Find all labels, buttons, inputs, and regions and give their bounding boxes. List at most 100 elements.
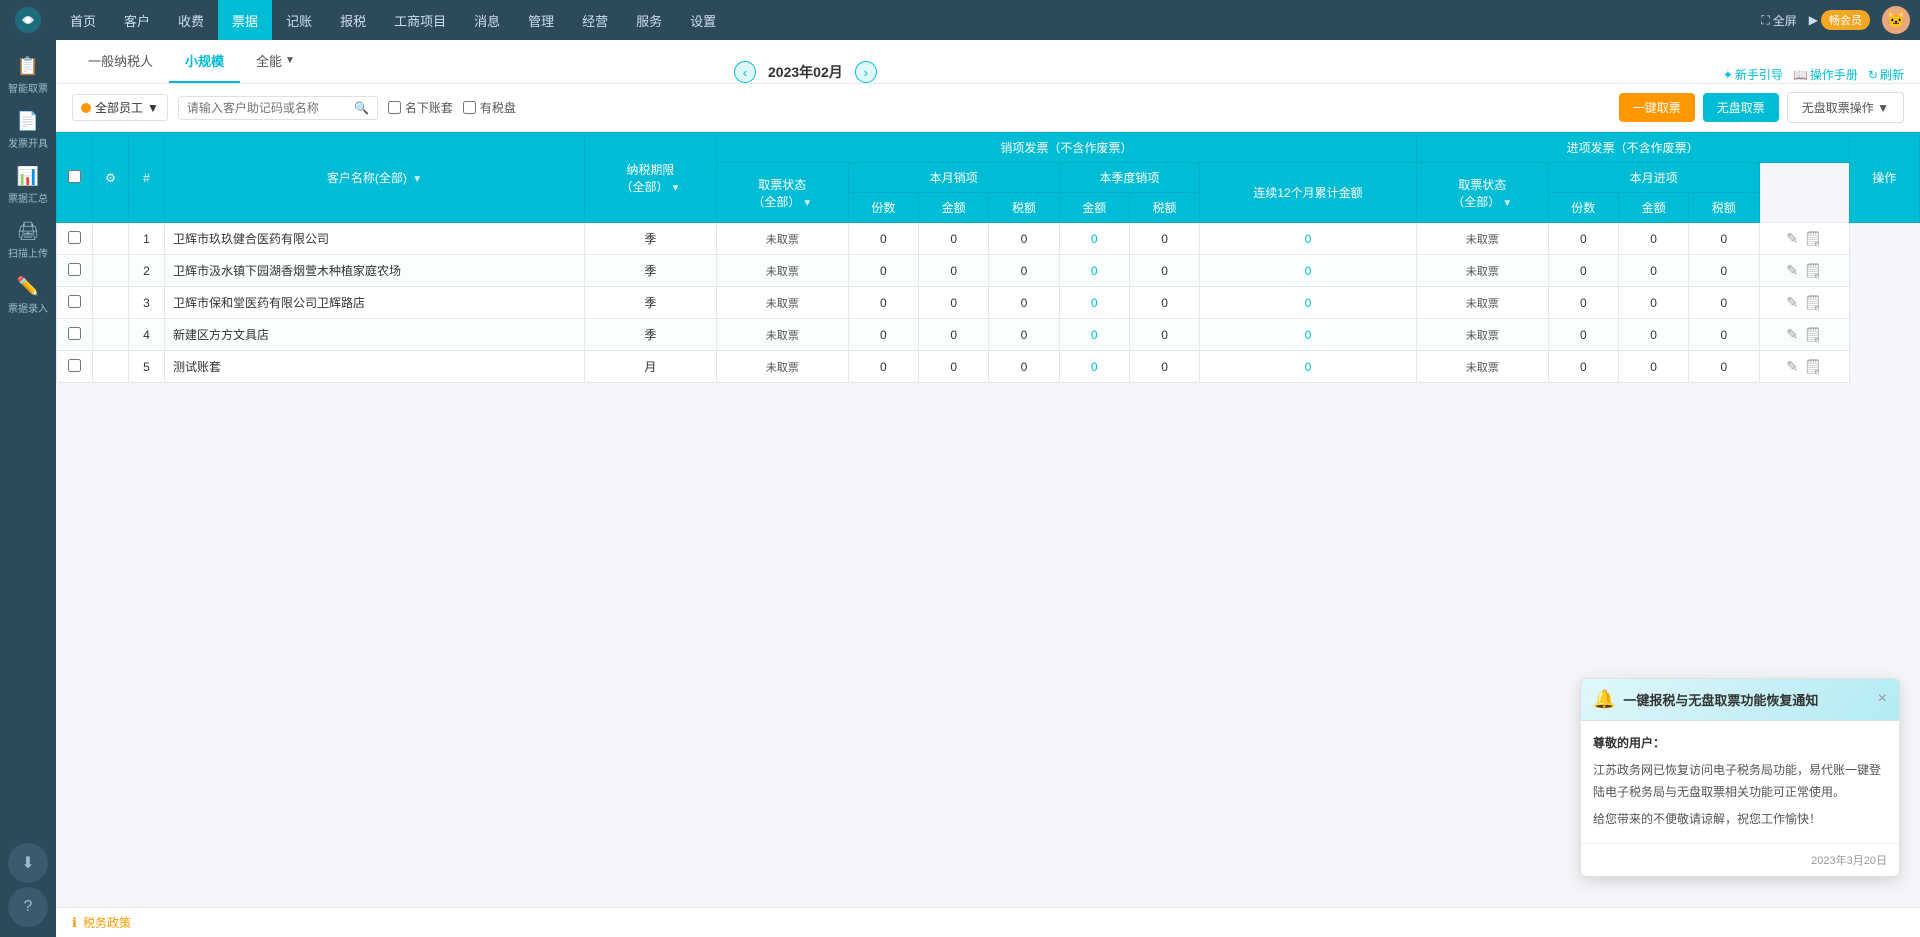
table-row: 3 卫辉市保和堂医药有限公司卫辉路店 季 未取票 0 0 0 0 0 0 未取票… [57, 287, 1920, 319]
detail-icon[interactable]: 🗒 [1804, 294, 1822, 311]
nav-invoice[interactable]: 票据 [218, 0, 272, 40]
sales-status-filter[interactable]: ▼ [802, 198, 812, 209]
search-input[interactable] [187, 101, 350, 115]
no-disk-btn[interactable]: 无盘取票 [1703, 93, 1779, 122]
row-checkbox[interactable] [68, 295, 81, 308]
row-checkbox[interactable] [68, 359, 81, 372]
th-sales-quarter-amount: 金额 [1059, 193, 1129, 223]
one-key-btn[interactable]: 一键取票 [1619, 93, 1695, 122]
manual-btn[interactable]: 📖 操作手册 [1793, 66, 1858, 83]
row-sales-status: 未取票 [716, 223, 848, 255]
nav-accounting[interactable]: 记账 [272, 0, 326, 40]
row-checkbox[interactable] [68, 327, 81, 340]
row-checkbox-cell [57, 351, 93, 383]
nav-tax[interactable]: 报税 [326, 0, 380, 40]
edit-icon[interactable]: ✎ [1786, 326, 1798, 343]
has-tax-disk-checkbox[interactable] [463, 101, 476, 114]
top-nav: 首页 客户 收费 票据 记账 报税 工商项目 消息 管理 经营 服务 设置 ⛶ … [0, 0, 1920, 40]
my-accounts-checkbox[interactable] [388, 101, 401, 114]
vip-icon: ▶ [1809, 13, 1818, 27]
row-purchase-month-tax: 0 [1689, 255, 1759, 287]
refresh-btn[interactable]: ↻ 刷新 [1868, 66, 1904, 83]
row-purchase-status: 未取票 [1416, 223, 1548, 255]
nav-manage[interactable]: 管理 [514, 0, 568, 40]
sidebar-item-entry[interactable]: ✏️ 票据录入 [0, 268, 56, 323]
row-purchase-month-count: 0 [1548, 223, 1618, 255]
download-btn[interactable]: ⬇ [8, 843, 48, 883]
row-actions: ✎ 🗒 [1759, 351, 1849, 383]
row-purchase-month-amount: 0 [1618, 287, 1688, 319]
tab-all[interactable]: 全能 ▼ [240, 40, 311, 83]
row-checkbox[interactable] [68, 263, 81, 276]
row-sales-month-tax: 0 [989, 351, 1059, 383]
edit-icon[interactable]: ✎ [1786, 230, 1798, 247]
nav-home[interactable]: 首页 [56, 0, 110, 40]
user-avatar[interactable]: 🐱 [1882, 6, 1910, 34]
row-sales-month-amount: 0 [919, 223, 989, 255]
my-accounts-checkbox-label[interactable]: 名下账套 [388, 99, 453, 116]
search-icon[interactable]: 🔍 [354, 101, 369, 115]
row-sales-quarter-amount: 0 [1059, 319, 1129, 351]
nav-service[interactable]: 服务 [622, 0, 676, 40]
sidebar-item-issue-invoice[interactable]: 📄 发票开具 [0, 103, 56, 158]
row-purchase-month-count: 0 [1548, 255, 1618, 287]
tutorial-icon: ✦ [1723, 68, 1733, 82]
edit-icon[interactable]: ✎ [1786, 358, 1798, 375]
row-purchase-status: 未取票 [1416, 319, 1548, 351]
tutorial-btn[interactable]: ✦ 新手引导 [1723, 66, 1783, 83]
nav-fee[interactable]: 收费 [164, 0, 218, 40]
row-checkbox[interactable] [68, 231, 81, 244]
manual-icon: 📖 [1793, 68, 1808, 82]
has-tax-disk-checkbox-label[interactable]: 有税盘 [463, 99, 516, 116]
row-purchase-month-count: 0 [1548, 351, 1618, 383]
tax-policy-link[interactable]: 税务政策 [83, 914, 131, 931]
th-purchase-group: 进项发票（不含作废票） [1416, 133, 1849, 163]
row-tax-period: 季 [585, 287, 717, 319]
employee-dropdown-icon: ▼ [147, 101, 159, 115]
detail-icon[interactable]: 🗒 [1804, 262, 1822, 279]
nav-operation[interactable]: 经营 [568, 0, 622, 40]
fullscreen-btn[interactable]: ⛶ 全屏 [1761, 12, 1796, 29]
sidebar-item-scan[interactable]: 🖨 扫描上传 [0, 213, 56, 268]
sidebar-item-summary[interactable]: 📊 票据汇总 [0, 158, 56, 213]
row-customer-name: 新建区方方文具店 [165, 319, 585, 351]
next-month-btn[interactable]: › [855, 61, 877, 83]
nav-settings[interactable]: 设置 [676, 0, 730, 40]
nav-business[interactable]: 工商项目 [380, 0, 460, 40]
customer-filter-icon[interactable]: ▼ [412, 174, 422, 185]
row-actions: ✎ 🗒 [1759, 255, 1849, 287]
purchase-status-filter[interactable]: ▼ [1502, 198, 1512, 209]
tab-small-scale[interactable]: 小规模 [169, 40, 240, 83]
row-sales-month-count: 0 [848, 255, 918, 287]
row-sales-quarter-tax: 0 [1129, 255, 1199, 287]
select-all-checkbox[interactable] [68, 170, 81, 183]
no-disk-ops-btn[interactable]: 无盘取票操作 ▼ [1787, 92, 1904, 123]
th-purchase-month-tax: 税额 [1689, 193, 1759, 223]
edit-icon[interactable]: ✎ [1786, 262, 1798, 279]
nav-customer[interactable]: 客户 [110, 0, 164, 40]
tax-period-filter-icon[interactable]: ▼ [670, 183, 680, 194]
detail-icon[interactable]: 🗒 [1804, 358, 1822, 375]
sub-nav: 一般纳税人 小规模 全能 ▼ ‹ 2023年02月 › ✦ 新手引导 📖 操作手… [56, 40, 1920, 84]
vip-btn[interactable]: ▶ 畅会员 [1809, 10, 1870, 30]
row-actions: ✎ 🗒 [1759, 319, 1849, 351]
detail-icon[interactable]: 🗒 [1804, 230, 1822, 247]
tab-all-dropdown-icon: ▼ [285, 55, 295, 66]
date-navigator: ‹ 2023年02月 › [734, 61, 877, 83]
prev-month-btn[interactable]: ‹ [734, 61, 756, 83]
row-sales-month-tax: 0 [989, 287, 1059, 319]
nav-message[interactable]: 消息 [460, 0, 514, 40]
tab-general-taxpayer[interactable]: 一般纳税人 [72, 40, 169, 83]
bell-icon: 🔔 [1593, 689, 1615, 710]
employee-select[interactable]: 全部员工 ▼ [72, 94, 168, 121]
notification-close-btn[interactable]: × [1878, 690, 1887, 708]
sidebar-item-smart-invoice[interactable]: 📋 智能取票 [0, 48, 56, 103]
detail-icon[interactable]: 🗒 [1804, 326, 1822, 343]
help-btn[interactable]: ? [8, 887, 48, 927]
th-sales-month-amount: 金额 [919, 193, 989, 223]
edit-icon[interactable]: ✎ [1786, 294, 1798, 311]
th-purchase-month-count: 份数 [1548, 193, 1618, 223]
notification-header: 🔔 一键报税与无盘取票功能恢复通知 × [1581, 679, 1899, 721]
row-sales-month-count: 0 [848, 287, 918, 319]
settings-icon[interactable]: ⚙ [105, 171, 116, 185]
